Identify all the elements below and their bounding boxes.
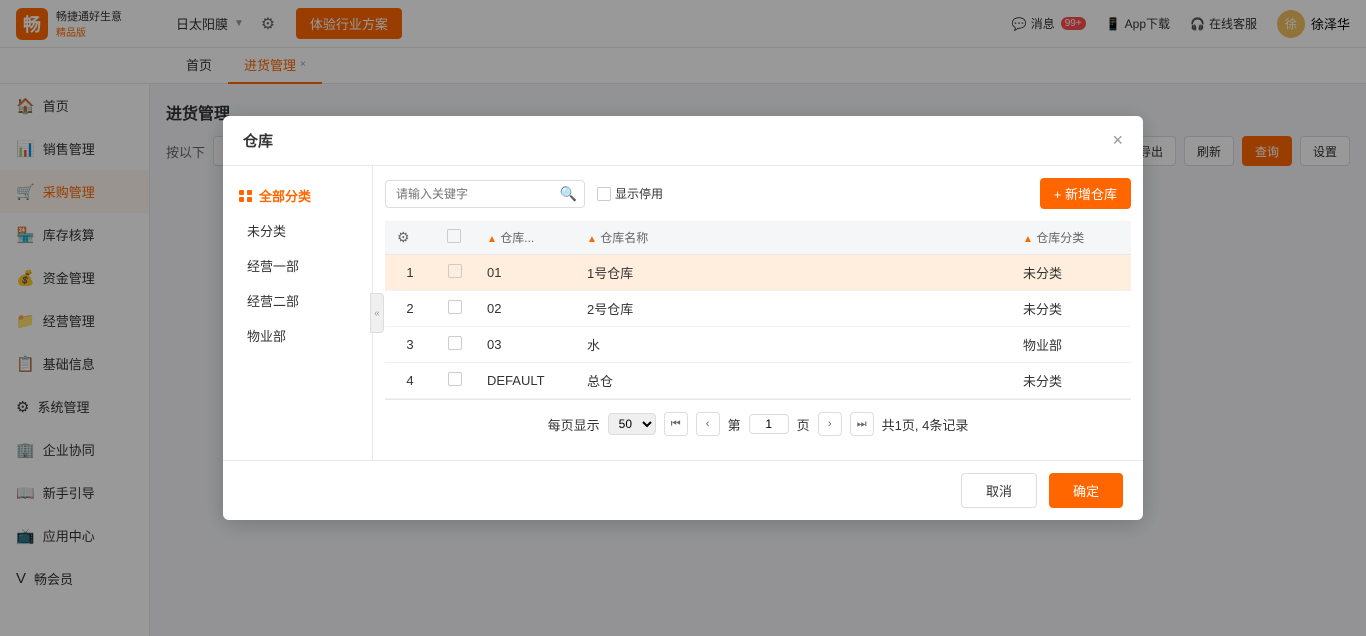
table-row[interactable]: 2 02 2号仓库 未分类 (385, 291, 1131, 327)
modal-footer: 取消 确定 (223, 460, 1143, 520)
prev-page-button[interactable]: ‹ (696, 412, 720, 436)
cell-name-3: 水 (575, 327, 1011, 363)
page-number-input[interactable] (749, 414, 789, 434)
confirm-button[interactable]: 确定 (1049, 473, 1123, 508)
cell-category-4: 未分类 (1011, 363, 1131, 399)
table-row[interactable]: 3 03 水 物业部 (385, 327, 1131, 363)
cell-index-4: 4 (385, 363, 435, 399)
table-row[interactable]: 1 01 1号仓库 未分类 (385, 255, 1131, 291)
per-page-select[interactable]: 50 (608, 413, 656, 435)
cell-index-2: 2 (385, 291, 435, 327)
cell-code-3: 03 (475, 327, 575, 363)
modal-pagination: 每页显示 50 ⏮ ‹ 第 页 › ⏭ 共1页, 4条记录 (385, 399, 1131, 448)
category-all-header[interactable]: 全部分类 (223, 178, 372, 213)
table-container: ⚙ ▲ 仓库... ▲ (385, 221, 1131, 399)
modal-header: 仓库 × (223, 116, 1143, 166)
sort-icon-name: ▲ (587, 234, 597, 245)
sort-icon-code: ▲ (487, 234, 497, 245)
panel-collapse-toggle[interactable]: « (370, 293, 384, 333)
modal-category-panel: 全部分类 未分类 经营一部 经营二部 物业部 « (223, 166, 373, 460)
search-icon: 🔍 (560, 185, 577, 202)
show-disabled-checkbox[interactable] (597, 187, 611, 201)
cell-index-3: 3 (385, 327, 435, 363)
cell-code-1: 01 (475, 255, 575, 291)
cell-category-1: 未分类 (1011, 255, 1131, 291)
modal-overlay: 仓库 × 全部分类 未分类 经营一部 经营二部 物业部 (0, 0, 1366, 636)
table-body: 1 01 1号仓库 未分类 2 02 2号仓库 (385, 255, 1131, 399)
grid-icon (239, 190, 253, 202)
modal-search-bar: 🔍 显示停用 + 新增仓库 (385, 178, 1131, 209)
cell-category-2: 未分类 (1011, 291, 1131, 327)
search-input-wrap: 🔍 (385, 180, 585, 208)
sort-icon-category: ▲ (1023, 234, 1033, 245)
show-disabled-label[interactable]: 显示停用 (597, 185, 663, 202)
cell-index-1: 1 (385, 255, 435, 291)
row-checkbox-3[interactable] (448, 336, 462, 350)
cell-check-3[interactable] (435, 327, 475, 363)
first-page-button[interactable]: ⏮ (664, 412, 688, 436)
modal-right-panel: 🔍 显示停用 + 新增仓库 ⚙ (373, 166, 1143, 460)
th-code: ▲ 仓库... (475, 221, 575, 255)
cell-name-4: 总仓 (575, 363, 1011, 399)
cell-name-2: 2号仓库 (575, 291, 1011, 327)
next-page-button[interactable]: › (818, 412, 842, 436)
cell-code-4: DEFAULT (475, 363, 575, 399)
category-item-ops2[interactable]: 经营二部 (223, 283, 372, 318)
category-item-uncategorized[interactable]: 未分类 (223, 213, 372, 248)
search-input[interactable] (385, 180, 585, 208)
table-row[interactable]: 4 DEFAULT 总仓 未分类 (385, 363, 1131, 399)
modal-body: 全部分类 未分类 经营一部 经营二部 物业部 « 🔍 (223, 166, 1143, 460)
category-item-ops1[interactable]: 经营一部 (223, 248, 372, 283)
th-category: ▲ 仓库分类 (1011, 221, 1131, 255)
th-check (435, 221, 475, 255)
cell-name-1: 1号仓库 (575, 255, 1011, 291)
select-all-checkbox[interactable] (447, 229, 461, 243)
cell-check-1[interactable] (435, 255, 475, 291)
category-item-property[interactable]: 物业部 (223, 318, 372, 353)
last-page-button[interactable]: ⏭ (850, 412, 874, 436)
cancel-button[interactable]: 取消 (961, 473, 1037, 508)
table-header: ⚙ ▲ 仓库... ▲ (385, 221, 1131, 255)
cell-category-3: 物业部 (1011, 327, 1131, 363)
cell-check-4[interactable] (435, 363, 475, 399)
page-label: 第 (728, 415, 741, 434)
row-checkbox-1[interactable] (448, 264, 462, 278)
warehouse-table: ⚙ ▲ 仓库... ▲ (385, 221, 1131, 399)
cell-code-2: 02 (475, 291, 575, 327)
per-page-label: 每页显示 (548, 415, 600, 434)
row-checkbox-4[interactable] (448, 372, 462, 386)
modal-title: 仓库 (243, 130, 273, 151)
modal-close-button[interactable]: × (1112, 130, 1123, 151)
page-unit-label: 页 (797, 415, 810, 434)
th-gear: ⚙ (385, 221, 435, 255)
cell-check-2[interactable] (435, 291, 475, 327)
warehouse-modal: 仓库 × 全部分类 未分类 经营一部 经营二部 物业部 (223, 116, 1143, 520)
pagination-summary: 共1页, 4条记录 (882, 415, 969, 434)
row-checkbox-2[interactable] (448, 300, 462, 314)
add-warehouse-button[interactable]: + 新增仓库 (1040, 178, 1131, 209)
th-name: ▲ 仓库名称 (575, 221, 1011, 255)
